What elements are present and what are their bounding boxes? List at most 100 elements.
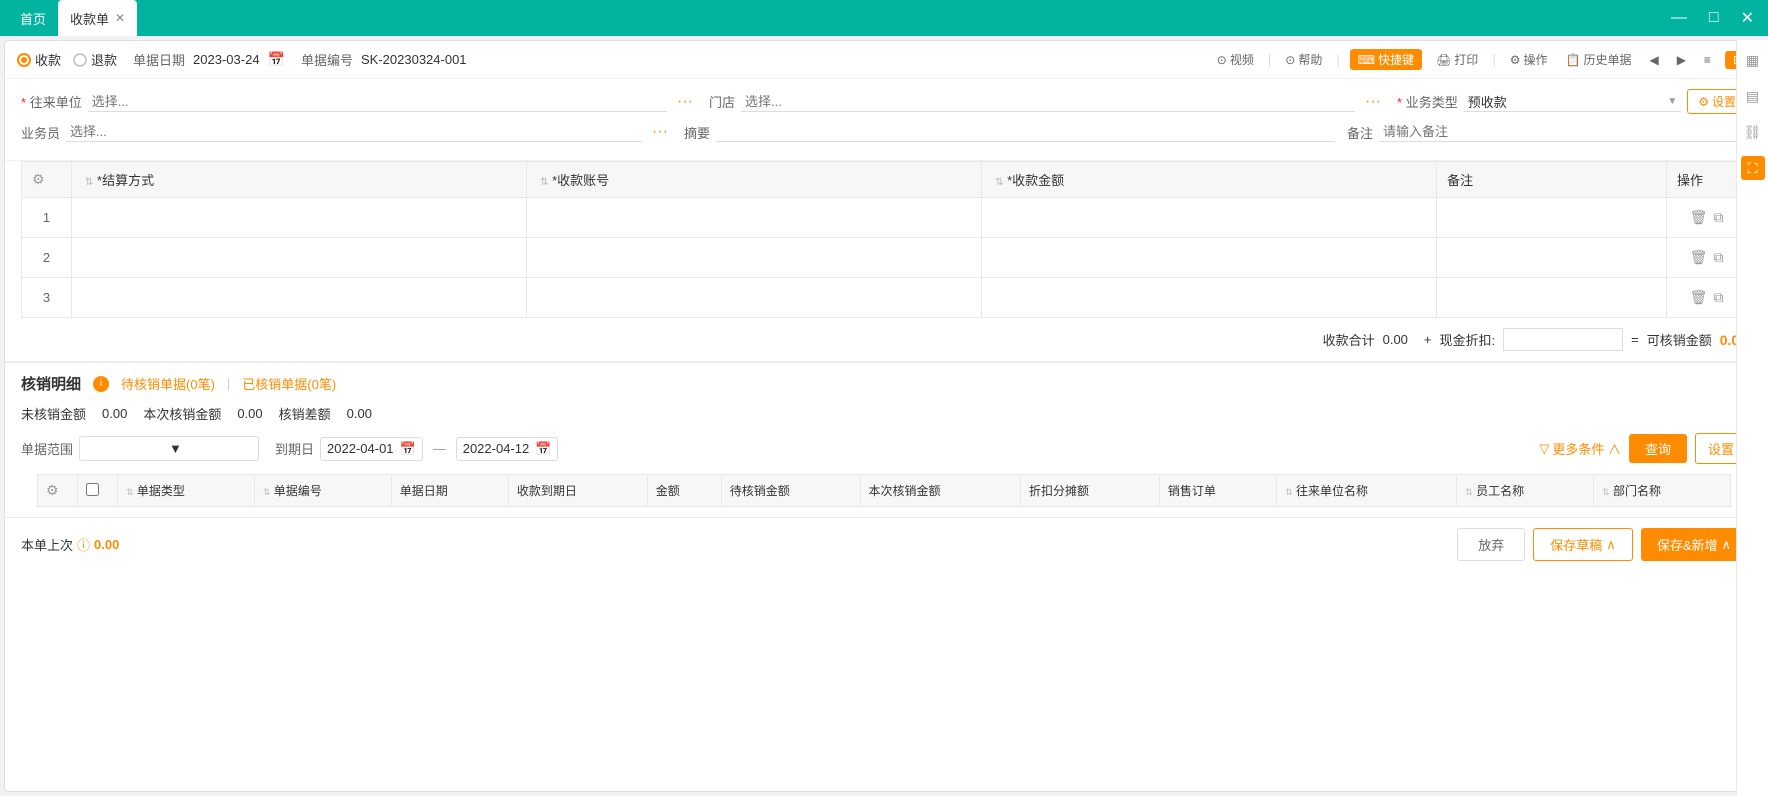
row-1-delete-icon[interactable]: 🗑 xyxy=(1690,209,1708,226)
row-2-amount[interactable] xyxy=(982,238,1437,278)
radio-receipt[interactable]: 收款 xyxy=(17,50,61,69)
discount-label: 现金折扣: xyxy=(1440,330,1496,349)
radio-receipt-label: 收款 xyxy=(35,50,61,69)
more-conditions-button[interactable]: ▽ 更多条件 ∧ xyxy=(1539,439,1621,458)
total-label: 收款合计 xyxy=(1323,330,1375,349)
business-type-dropdown-icon[interactable]: ▼ xyxy=(1663,96,1681,107)
bth-due-date: 收款到期日 xyxy=(508,475,647,507)
summary-input[interactable] xyxy=(716,122,1335,142)
row-1-remarks[interactable] xyxy=(1437,198,1667,238)
row-2-account[interactable] xyxy=(527,238,982,278)
save-draft-arrow-icon: ∧ xyxy=(1606,537,1616,553)
save-new-arrow-icon: ∧ xyxy=(1721,537,1731,553)
right-panel-expand-icon[interactable]: ⛶ xyxy=(1741,156,1765,180)
business-type-input[interactable] xyxy=(1464,92,1664,111)
writeoff-filter-row: 单据范围 ▼ 到期日 2022-04-01 📅 — 2022-04-12 📅 xyxy=(21,433,1747,464)
available-label: 可核销金额 xyxy=(1647,330,1712,349)
summary-label: 摘要 xyxy=(684,123,710,142)
pending-tab-link[interactable]: 待核销单据(0笔) xyxy=(121,374,215,393)
start-calendar-icon[interactable]: 📅 xyxy=(400,441,416,457)
bottom-table-container: ⚙ ⇅ 单据类型 ⇅ 单据编号 xyxy=(21,474,1747,507)
prev-record-button[interactable]: ◀ xyxy=(1645,51,1662,69)
row-1-settlement[interactable] xyxy=(72,198,527,238)
save-draft-button[interactable]: 保存草稿 ∧ xyxy=(1533,528,1633,561)
maximize-button[interactable]: □ xyxy=(1703,7,1725,29)
close-tab-icon[interactable]: ✕ xyxy=(115,11,125,25)
bth-discount: 折扣分摊额 xyxy=(1021,475,1160,507)
toolbar: 收款 退款 单据日期 2023-03-24 📅 单据编号 SK-20230324… xyxy=(5,41,1763,79)
start-date-input[interactable]: 2022-04-01 📅 xyxy=(320,437,423,461)
close-window-button[interactable]: ✕ xyxy=(1735,6,1760,30)
select-all-checkbox[interactable] xyxy=(86,483,99,496)
list-view-button[interactable]: ≡ xyxy=(1700,51,1715,69)
row-3-settlement[interactable] xyxy=(72,278,527,318)
right-panel-document-icon[interactable]: ▤ xyxy=(1741,84,1765,108)
business-type-select[interactable]: ▼ xyxy=(1464,92,1682,112)
range-dropdown-icon[interactable]: ▼ xyxy=(165,441,250,456)
store-more-icon[interactable]: ··· xyxy=(1361,93,1385,111)
row-1-copy-icon[interactable]: ⧉ xyxy=(1713,209,1723,226)
row-3-copy-icon[interactable]: ⧉ xyxy=(1713,289,1723,306)
range-select[interactable]: ▼ xyxy=(79,436,259,461)
bottom-gear-icon[interactable]: ⚙ xyxy=(46,482,59,498)
current-value: 0.00 xyxy=(237,406,262,421)
salesperson-label: 业务员 xyxy=(21,123,60,142)
row-1-amount[interactable] xyxy=(982,198,1437,238)
radio-circle-refund xyxy=(73,53,87,67)
radio-refund[interactable]: 退款 xyxy=(73,50,117,69)
shortcut-button[interactable]: ⌨ 快捷键 xyxy=(1350,49,1422,70)
counterparty-more-icon[interactable]: ··· xyxy=(673,93,697,111)
end-calendar-icon[interactable]: 📅 xyxy=(535,441,551,457)
row-1-account[interactable] xyxy=(527,198,982,238)
end-date-value: 2022-04-12 xyxy=(463,441,530,456)
abandon-button[interactable]: 放弃 xyxy=(1457,528,1525,561)
end-date-input[interactable]: 2022-04-12 📅 xyxy=(456,437,559,461)
diff-value: 0.00 xyxy=(347,406,372,421)
right-panel-link-icon[interactable]: ⛓ xyxy=(1741,120,1765,144)
minimize-button[interactable]: — xyxy=(1665,7,1693,29)
store-input[interactable] xyxy=(741,92,1355,112)
row-3-account[interactable] xyxy=(527,278,982,318)
table-gear-icon[interactable]: ⚙ xyxy=(32,171,45,187)
next-record-button[interactable]: ▶ xyxy=(1673,51,1690,69)
row-2-remarks[interactable] xyxy=(1437,238,1667,278)
search-button[interactable]: 查询 xyxy=(1629,434,1687,463)
doc-date-calendar-icon[interactable]: 📅 xyxy=(268,51,285,68)
th-remarks: 备注 xyxy=(1437,162,1667,198)
row-2-settlement[interactable] xyxy=(72,238,527,278)
row-3-amount[interactable] xyxy=(982,278,1437,318)
history-icon: 📋 xyxy=(1565,53,1580,67)
discount-input[interactable] xyxy=(1503,328,1623,351)
th-account: ⇅ *收款账号 xyxy=(527,162,982,198)
help-button[interactable]: ⊙ 帮助 xyxy=(1281,49,1326,70)
print-button[interactable]: 🖨 打印 xyxy=(1432,49,1482,70)
actions-button[interactable]: ⚙ 操作 xyxy=(1506,49,1552,70)
row-3-remarks[interactable] xyxy=(1437,278,1667,318)
form-row-2: 业务员 ··· 摘要 备注 xyxy=(21,122,1747,142)
video-button[interactable]: ⊙ 视频 xyxy=(1213,49,1258,70)
completed-tab-link[interactable]: 已核销单据(0笔) xyxy=(242,374,336,393)
counterparty-input[interactable] xyxy=(88,92,667,112)
row-3-delete-icon[interactable]: 🗑 xyxy=(1690,289,1708,306)
doc-no-label: 单据编号 xyxy=(301,50,353,69)
row-2-copy-icon[interactable]: ⧉ xyxy=(1713,249,1723,266)
remarks-input[interactable] xyxy=(1379,122,1747,142)
bth-checkbox xyxy=(78,475,118,507)
nav-tab-receipt[interactable]: 收款单 ✕ xyxy=(58,0,137,36)
salesperson-input[interactable] xyxy=(66,122,642,142)
writeoff-stats: 未核销金额 0.00 本次核销金额 0.00 核销差额 0.00 xyxy=(21,404,1747,423)
history-button[interactable]: 📋 历史单据 xyxy=(1561,49,1635,70)
printer-icon: 🖨 xyxy=(1436,53,1451,67)
writeoff-title: 核销明细 xyxy=(21,373,81,394)
footer-info-icon[interactable]: ⓘ xyxy=(77,535,90,554)
nav-tab-home[interactable]: 首页 xyxy=(8,0,58,36)
save-new-label: 保存&新增 xyxy=(1657,535,1718,554)
row-2-delete-icon[interactable]: 🗑 xyxy=(1690,249,1708,266)
date-range-separator: — xyxy=(429,441,450,456)
save-new-button[interactable]: 保存&新增 ∧ xyxy=(1641,528,1747,561)
salesperson-more-icon[interactable]: ··· xyxy=(648,123,672,141)
doc-date-group: 单据日期 2023-03-24 📅 xyxy=(133,50,285,69)
table-row: 3 🗑 ⧉ xyxy=(22,278,1747,318)
writeoff-info-icon[interactable]: i xyxy=(93,376,109,392)
right-panel-table-icon[interactable]: ▦ xyxy=(1741,48,1765,72)
